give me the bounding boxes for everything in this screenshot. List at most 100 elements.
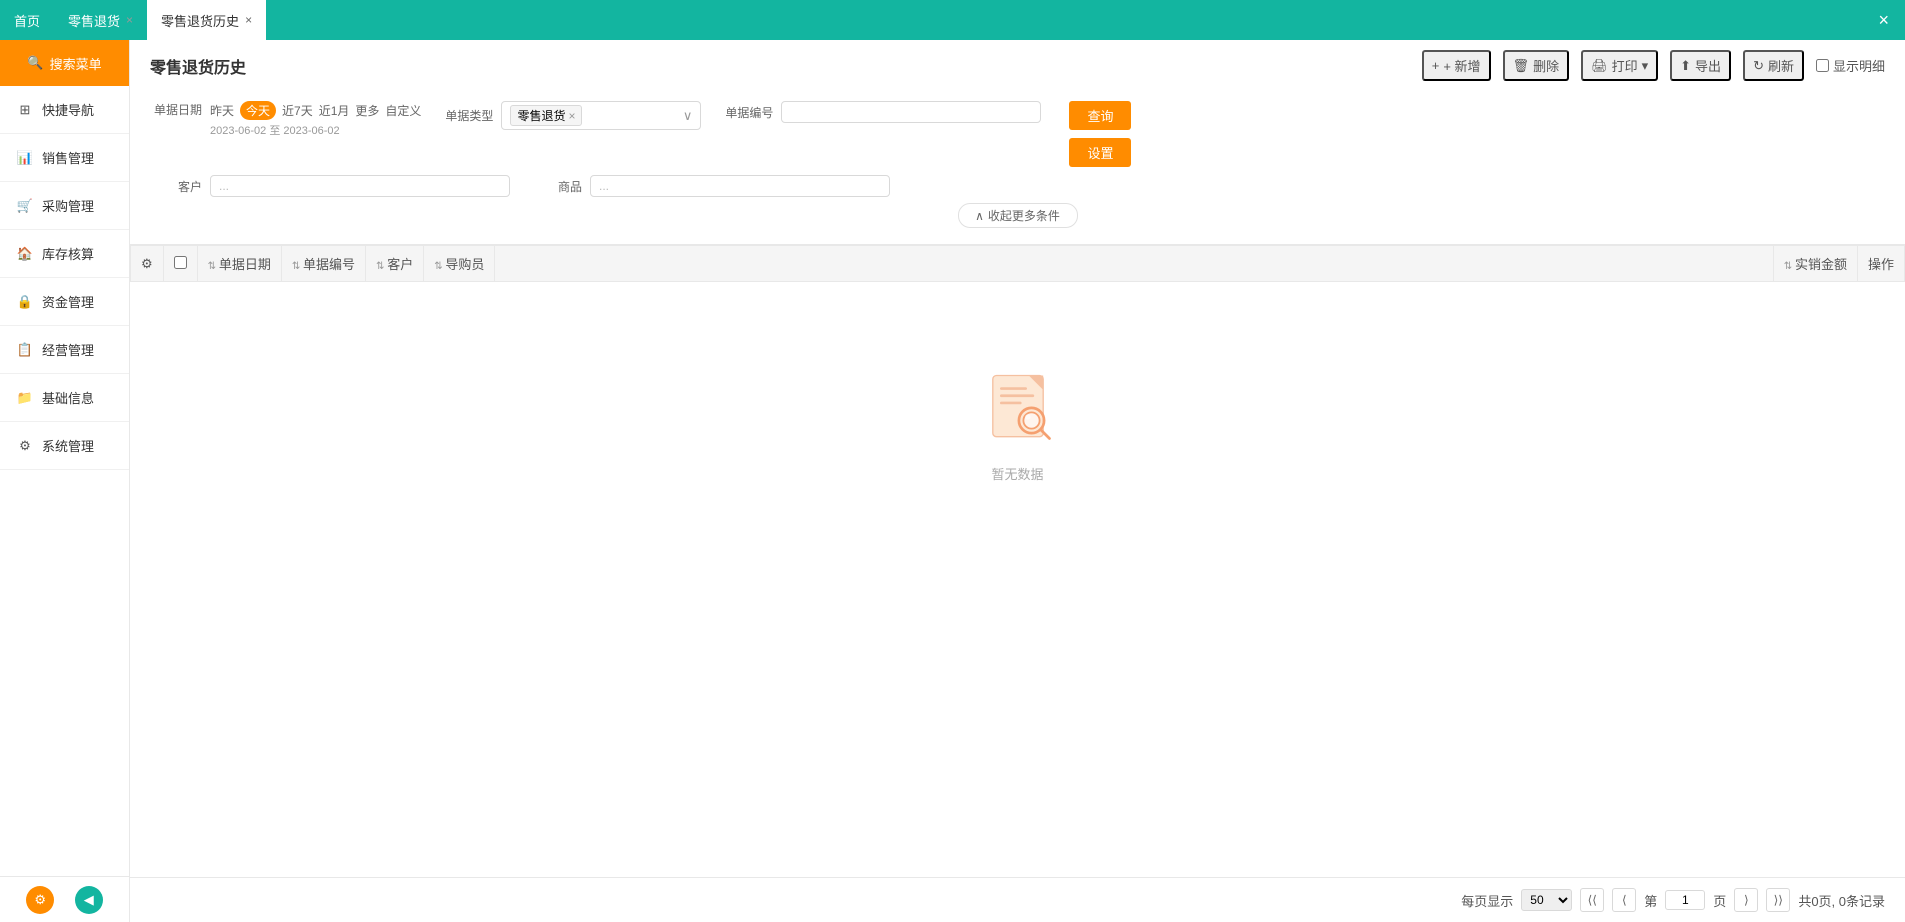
th-guide-label: 导购员 (445, 257, 484, 272)
th-amount[interactable]: 实销金额 (1773, 246, 1857, 282)
delete-button[interactable]: 🗑 删除 (1503, 50, 1570, 81)
window-close-button[interactable]: × (1878, 10, 1889, 31)
sidebar-item-basic-info[interactable]: 📁 基础信息 (0, 374, 129, 422)
th-checkbox[interactable] (163, 246, 197, 282)
date-opt-yesterday[interactable]: 昨天 (210, 102, 234, 119)
sidebar-footer: ⚙ ◀ (0, 876, 129, 922)
sidebar-nav: ⊞ 快捷导航 📊 销售管理 🛒 采购管理 🏠 库存核算 🔒 资金管理 📋 (0, 86, 129, 876)
th-amount-label: 实销金额 (1795, 257, 1847, 272)
th-guide[interactable]: 导购员 (424, 246, 495, 282)
pagination-next-button[interactable]: ⟩ (1734, 888, 1758, 912)
select-all-checkbox[interactable] (174, 256, 187, 269)
toolbar-buttons: + + 新增 🗑 删除 🖨 打印 ▾ ⬆ 导出 (1422, 50, 1885, 81)
type-filter-tag: 零售退货 × (510, 105, 582, 126)
sidebar-item-quick-nav[interactable]: ⊞ 快捷导航 (0, 86, 129, 134)
date-opt-1month[interactable]: 近1月 (319, 102, 350, 119)
refresh-button[interactable]: ↻ 刷新 (1743, 50, 1804, 81)
th-billno-label: 单据编号 (303, 257, 355, 272)
sidebar-item-operations[interactable]: 📋 经营管理 (0, 326, 129, 374)
table-settings-icon[interactable]: ⚙ (141, 256, 153, 271)
refresh-icon: ↻ (1753, 58, 1764, 74)
delete-label: 删除 (1533, 56, 1559, 75)
tab-home-label: 首页 (14, 11, 40, 30)
print-icon: 🖨 (1591, 58, 1608, 74)
tab-retail-return-history[interactable]: 零售退货历史 × (147, 0, 266, 40)
date-opt-more[interactable]: 更多 (355, 102, 379, 119)
gear-icon: ⚙ (34, 892, 46, 908)
sidebar-gear-button[interactable]: ⚙ (26, 886, 54, 914)
display-detail-checkbox[interactable] (1816, 59, 1829, 72)
empty-state-text: 暂无数据 (991, 464, 1043, 483)
type-filter-select[interactable]: 零售退货 × ∨ (501, 101, 701, 130)
sidebar-item-sales-mgmt[interactable]: 📊 销售管理 (0, 134, 129, 182)
print-chevron-icon: ▾ (1642, 58, 1649, 74)
display-detail-label: 显示明细 (1833, 56, 1885, 75)
tab-retail-return-history-label: 零售退货历史 (161, 11, 239, 30)
th-date-label: 单据日期 (219, 257, 271, 272)
sidebar-item-sales-mgmt-label: 销售管理 (42, 148, 94, 167)
date-filter-label: 单据日期 (150, 101, 210, 118)
date-opt-7days[interactable]: 近7天 (282, 102, 313, 119)
sidebar-item-finance-label: 资金管理 (42, 292, 94, 311)
content-area: 零售退货历史 + + 新增 🗑 删除 🖨 打印 ▾ (130, 40, 1905, 922)
pagination-first-button[interactable]: ⟨⟨ (1580, 888, 1604, 912)
sidebar: 🔍 搜索菜单 ⊞ 快捷导航 📊 销售管理 🛒 采购管理 🏠 库存核算 🔒 (0, 40, 130, 922)
export-button[interactable]: ⬆ 导出 (1670, 50, 1731, 81)
sidebar-item-purchase-mgmt[interactable]: 🛒 采购管理 (0, 182, 129, 230)
date-opt-custom[interactable]: 自定义 (385, 102, 421, 119)
goods-filter-input[interactable] (590, 175, 890, 197)
page-header: 零售退货历史 + + 新增 🗑 删除 🖨 打印 ▾ (130, 40, 1905, 245)
table-body: 暂无数据 (131, 282, 1905, 524)
th-settings[interactable]: ⚙ (131, 246, 164, 282)
sidebar-item-inventory[interactable]: 🏠 库存核算 (0, 230, 129, 278)
th-customer-label: 客户 (387, 257, 413, 272)
print-button[interactable]: 🖨 打印 ▾ (1581, 50, 1658, 81)
inventory-icon: 🏠 (16, 245, 34, 263)
query-button[interactable]: 查询 (1069, 101, 1131, 130)
display-detail-check[interactable]: 显示明细 (1816, 56, 1885, 75)
setting-button[interactable]: 设置 (1069, 138, 1131, 167)
type-filter-chevron-icon: ∨ (683, 108, 693, 124)
pagination-summary: 共0页, 0条记录 (1798, 891, 1885, 910)
tab-retail-return[interactable]: 零售退货 × (54, 0, 147, 40)
sidebar-item-system-mgmt[interactable]: ⚙ 系统管理 (0, 422, 129, 470)
empty-icon (973, 362, 1063, 452)
th-customer[interactable]: 客户 (366, 246, 424, 282)
tab-retail-return-history-close[interactable]: × (245, 13, 252, 27)
type-filter-tag-close[interactable]: × (568, 109, 575, 123)
type-filter-label: 单据类型 (441, 107, 501, 124)
new-label: + 新增 (1443, 56, 1480, 75)
page-label: 第 (1644, 891, 1657, 910)
sidebar-item-quick-nav-label: 快捷导航 (42, 100, 94, 119)
sidebar-speaker-button[interactable]: ◀ (75, 886, 103, 914)
pagination-last-button[interactable]: ⟩⟩ (1766, 888, 1790, 912)
sidebar-search[interactable]: 🔍 搜索菜单 (0, 40, 129, 86)
purchase-mgmt-icon: 🛒 (16, 197, 34, 215)
sidebar-item-basic-info-label: 基础信息 (42, 388, 94, 407)
sales-mgmt-icon: 📊 (16, 149, 34, 167)
th-billno[interactable]: 单据编号 (281, 246, 365, 282)
pagination-prev-button[interactable]: ⟨ (1612, 888, 1636, 912)
billno-filter-label: 单据编号 (721, 104, 781, 121)
new-button[interactable]: + + 新增 (1422, 50, 1491, 81)
th-date[interactable]: 单据日期 (197, 246, 281, 282)
page-number-input[interactable] (1665, 890, 1705, 910)
page-title-row: 零售退货历史 + + 新增 🗑 删除 🖨 打印 ▾ (150, 50, 1885, 91)
billno-filter-input[interactable] (781, 101, 1041, 123)
per-page-select[interactable]: 20 50 100 (1521, 889, 1572, 911)
tab-home[interactable]: 首页 (0, 0, 54, 40)
tab-retail-return-close[interactable]: × (126, 13, 133, 27)
page-suffix: 页 (1713, 891, 1726, 910)
sidebar-item-finance[interactable]: 🔒 资金管理 (0, 278, 129, 326)
delete-icon: 🗑 (1513, 58, 1530, 74)
customer-filter-input[interactable] (210, 175, 510, 197)
sidebar-search-label: 搜索菜单 (50, 54, 102, 73)
customer-filter-label: 客户 (150, 178, 210, 195)
collapse-button[interactable]: ∧ 收起更多条件 (958, 203, 1078, 228)
date-options: 昨天 今天 近7天 近1月 更多 自定义 (210, 101, 421, 120)
pagination-bar: 每页显示 20 50 100 ⟨⟨ ⟨ 第 页 ⟩ ⟩⟩ 共0页, 0条记录 (130, 877, 1905, 922)
new-icon: + (1432, 58, 1440, 73)
sidebar-item-inventory-label: 库存核算 (42, 244, 94, 263)
date-opt-today[interactable]: 今天 (240, 101, 276, 120)
table-container: ⚙ 单据日期 单据编号 客户 (130, 245, 1905, 877)
